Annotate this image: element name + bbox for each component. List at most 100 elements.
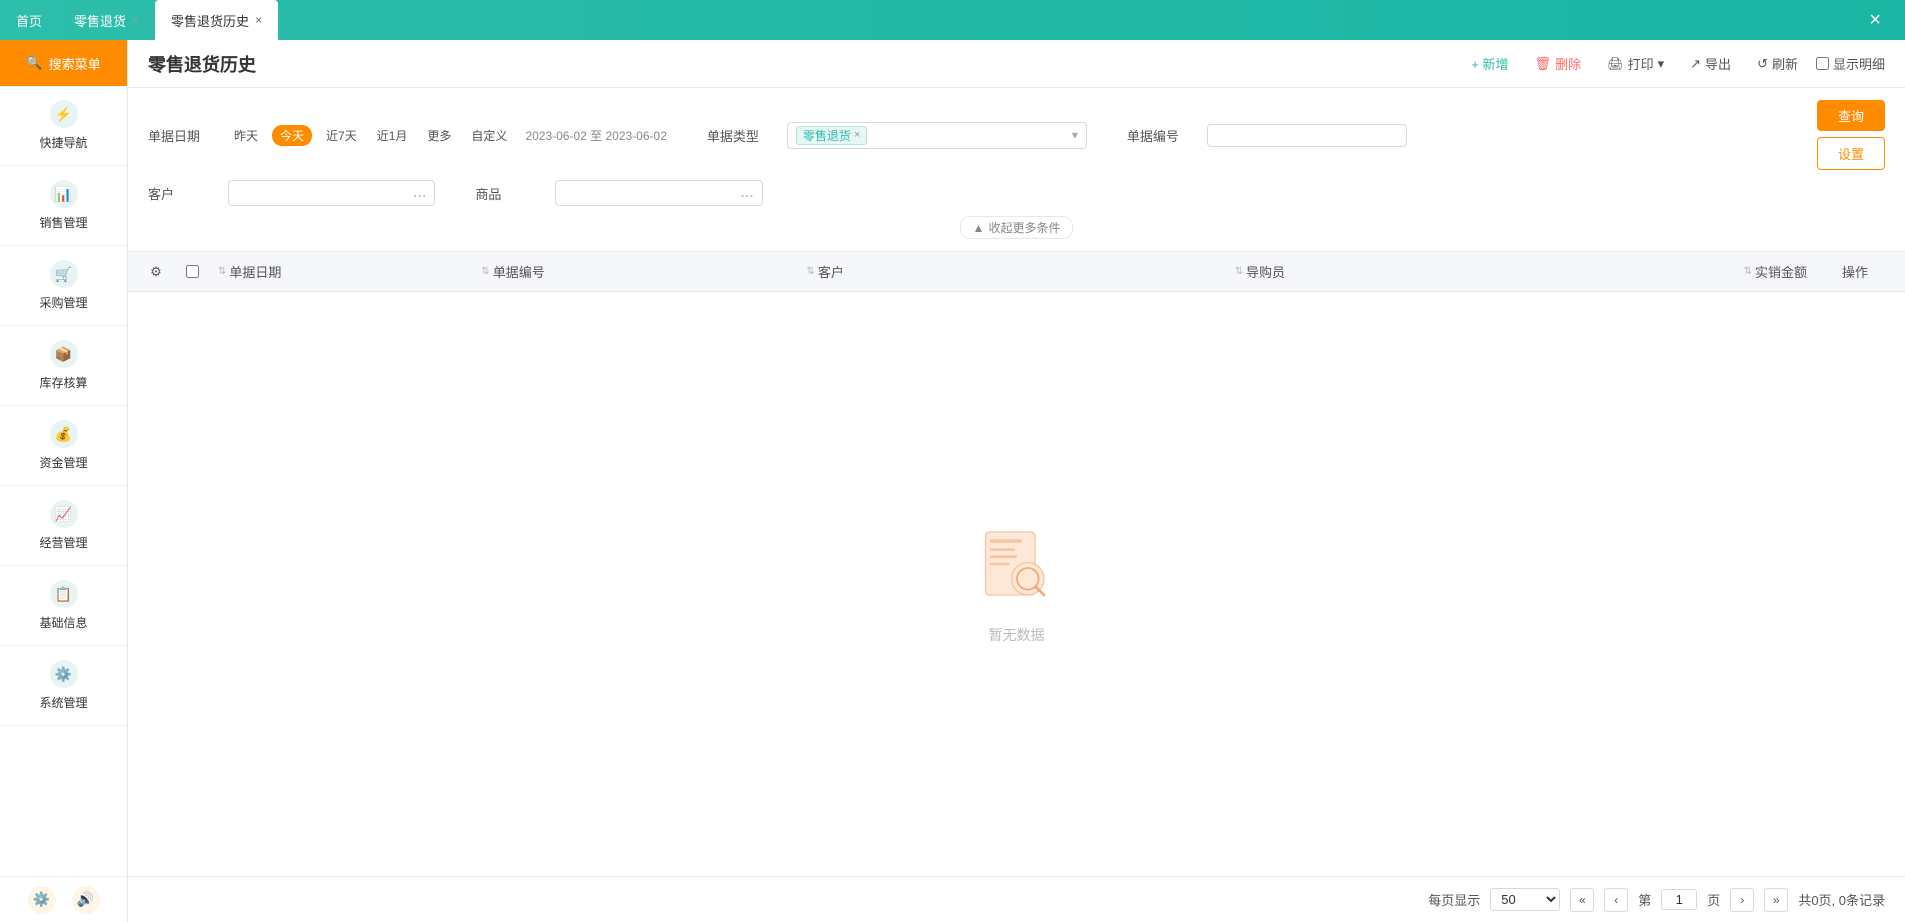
goods-input[interactable] — [564, 186, 740, 201]
print-icon: 🖨 — [1607, 56, 1624, 72]
sidebar-item-quick-nav[interactable]: ⚡ 快捷导航 — [0, 86, 127, 166]
sales-icon: 📊 — [50, 180, 78, 208]
tab-home[interactable]: 首页 — [0, 0, 58, 40]
col-date-label: 单据日期 — [229, 262, 281, 281]
sidebar-bottom: ⚙️ 🔊 — [0, 876, 127, 922]
page-next-button[interactable]: › — [1730, 888, 1754, 912]
empty-state-icon — [972, 523, 1062, 613]
select-all-checkbox[interactable] — [186, 265, 199, 278]
filter-settings-button[interactable]: 设置 — [1817, 137, 1885, 170]
col-amount-sort-icon: ⇅ — [1744, 266, 1752, 277]
table-col-amount[interactable]: ⇅ 实销金额 — [1552, 262, 1815, 281]
table-body: 暂无数据 — [128, 292, 1905, 876]
refresh-icon: ↺ — [1757, 56, 1768, 72]
query-button[interactable]: 查询 — [1817, 100, 1885, 131]
print-dropdown-icon: ▾ — [1658, 56, 1665, 72]
doc-type-tag-close[interactable]: × — [854, 129, 860, 141]
filter-area: 单据日期 昨天 今天 近7天 近1月 更多 自定义 2023-06-02 至 2… — [128, 88, 1905, 252]
customer-label: 客户 — [148, 184, 208, 203]
export-label: 导出 — [1705, 54, 1731, 73]
doc-type-tag-label: 零售退货 — [803, 127, 851, 144]
collapse-up-icon: ▲ — [973, 221, 985, 235]
sidebar-item-operations[interactable]: 📈 经营管理 — [0, 486, 127, 566]
page-last-button[interactable]: » — [1764, 888, 1788, 912]
col-op-label: 操作 — [1842, 262, 1868, 281]
sidebar-menu: ⚡ 快捷导航 📊 销售管理 🛒 采购管理 📦 库存核算 💰 资金管理 📈 — [0, 86, 127, 876]
show-detail-checkbox[interactable] — [1816, 57, 1829, 70]
tab-list: 首页 零售退货 × 零售退货历史 × — [0, 0, 1861, 40]
date-btn-7days[interactable]: 近7天 — [320, 125, 363, 146]
export-icon: ↗ — [1690, 56, 1701, 72]
collapse-button[interactable]: ▲ 收起更多条件 — [960, 216, 1074, 239]
volume-bottom-icon[interactable]: 🔊 — [72, 886, 100, 914]
sidebar: 🔍 搜索菜单 ⚡ 快捷导航 📊 销售管理 🛒 采购管理 📦 库存核算 💰 — [0, 40, 128, 922]
delete-button[interactable]: 🗑 删除 — [1527, 50, 1590, 77]
page-number-input[interactable] — [1661, 889, 1697, 910]
tab-retail-return-history-close[interactable]: × — [255, 13, 262, 27]
tab-home-label: 首页 — [16, 11, 42, 30]
table-header: ⚙ ⇅ 单据日期 ⇅ 单据编号 ⇅ 客户 ⇅ — [128, 252, 1905, 292]
window-close-button[interactable]: × — [1861, 9, 1889, 32]
page-prev-button[interactable]: ‹ — [1604, 888, 1628, 912]
sidebar-item-system[interactable]: ⚙️ 系统管理 — [0, 646, 127, 726]
sidebar-search-button[interactable]: 🔍 搜索菜单 — [0, 40, 127, 86]
col-date-sort-icon: ⇅ — [218, 266, 226, 277]
sidebar-item-sales[interactable]: 📊 销售管理 — [0, 166, 127, 246]
date-label: 单据日期 — [148, 126, 208, 145]
print-label: 打印 — [1628, 54, 1654, 73]
tab-retail-return[interactable]: 零售退货 × — [58, 0, 155, 40]
doc-type-select[interactable]: 零售退货 × ▾ — [787, 122, 1087, 149]
table-col-date[interactable]: ⇅ 单据日期 — [210, 262, 473, 281]
table-col-checkbox[interactable] — [174, 265, 210, 278]
date-btn-1month[interactable]: 近1月 — [371, 125, 414, 146]
table-col-guide[interactable]: ⇅ 导购员 — [1227, 262, 1552, 281]
sidebar-item-system-label: 系统管理 — [39, 694, 87, 711]
page-label: 第 — [1638, 890, 1651, 909]
refresh-button[interactable]: ↺ 刷新 — [1749, 50, 1806, 77]
customer-input[interactable] — [237, 186, 413, 201]
date-btn-more[interactable]: 更多 — [421, 125, 457, 146]
page-first-button[interactable]: « — [1570, 888, 1594, 912]
col-settings-icon: ⚙ — [150, 264, 162, 280]
table-col-customer[interactable]: ⇅ 客户 — [798, 262, 1226, 281]
basic-info-icon: 📋 — [50, 580, 78, 608]
tab-retail-return-label: 零售退货 — [74, 11, 126, 30]
empty-text: 暂无数据 — [989, 625, 1045, 645]
tab-retail-return-history-label: 零售退货历史 — [171, 11, 249, 30]
sidebar-item-inventory[interactable]: 📦 库存核算 — [0, 326, 127, 406]
date-btn-today[interactable]: 今天 — [272, 125, 312, 146]
purchase-icon: 🛒 — [50, 260, 78, 288]
table-col-settings[interactable]: ⚙ — [138, 264, 174, 280]
date-btn-yesterday[interactable]: 昨天 — [228, 125, 264, 146]
sidebar-item-finance[interactable]: 💰 资金管理 — [0, 406, 127, 486]
add-button[interactable]: + 新增 — [1463, 50, 1516, 77]
tab-retail-return-history[interactable]: 零售退货历史 × — [155, 0, 278, 40]
sidebar-item-basic-info[interactable]: 📋 基础信息 — [0, 566, 127, 646]
page-unit: 页 — [1707, 890, 1720, 909]
table-col-num[interactable]: ⇅ 单据编号 — [473, 262, 798, 281]
sidebar-item-quick-nav-label: 快捷导航 — [39, 134, 87, 151]
doc-num-input[interactable] — [1216, 128, 1398, 143]
operations-icon: 📈 — [50, 500, 78, 528]
date-filters: 昨天 今天 近7天 近1月 更多 自定义 2023-06-02 至 2023-0… — [228, 125, 667, 146]
date-btn-custom[interactable]: 自定义 — [465, 125, 513, 146]
per-page-select[interactable]: 20 50 100 — [1490, 888, 1560, 911]
empty-state: 暂无数据 — [972, 523, 1062, 645]
goods-dots-btn[interactable]: ... — [740, 184, 753, 202]
collapse-label: 收起更多条件 — [988, 219, 1060, 236]
sidebar-item-operations-label: 经营管理 — [39, 534, 87, 551]
tab-retail-return-close[interactable]: × — [132, 13, 139, 27]
sidebar-item-purchase[interactable]: 🛒 采购管理 — [0, 246, 127, 326]
customer-dots-btn[interactable]: ... — [413, 184, 426, 202]
top-bar: 首页 零售退货 × 零售退货历史 × × — [0, 0, 1905, 40]
export-button[interactable]: ↗ 导出 — [1682, 50, 1739, 77]
print-button[interactable]: 🖨 打印 ▾ — [1599, 50, 1672, 77]
settings-bottom-icon[interactable]: ⚙️ — [28, 886, 56, 914]
query-settings-btns: 查询 设置 — [1817, 100, 1885, 170]
sidebar-search-label: 搜索菜单 — [49, 54, 101, 73]
customer-input-wrap: ... — [228, 180, 435, 206]
filter-row-customer-goods: 客户 ... 商品 ... — [148, 180, 1885, 206]
top-bar-right: × — [1861, 9, 1905, 32]
sidebar-item-sales-label: 销售管理 — [39, 214, 87, 231]
goods-input-wrap: ... — [555, 180, 762, 206]
